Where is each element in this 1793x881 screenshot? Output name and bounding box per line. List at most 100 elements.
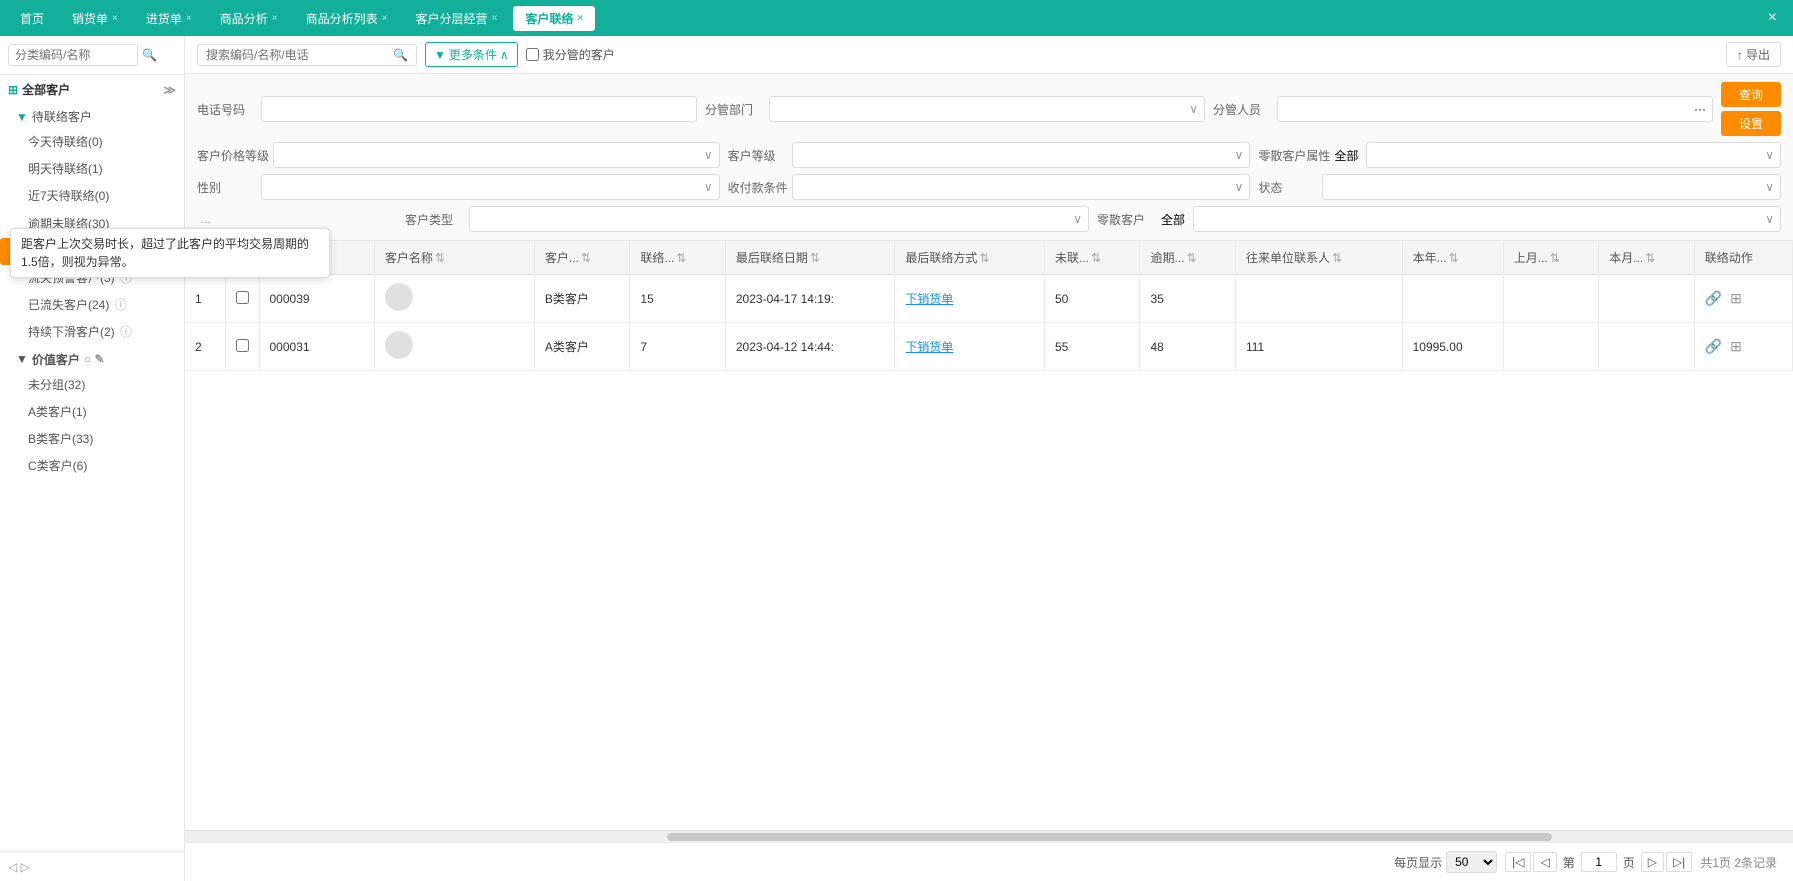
nav-purchase[interactable]: 进货单 ×: [134, 6, 204, 31]
retail-customer-select[interactable]: ∨: [1193, 206, 1781, 232]
th-name[interactable]: 客户名称⇅: [374, 241, 534, 275]
th-this-month[interactable]: 本月...⇅: [1599, 241, 1694, 275]
row1-index: 1: [185, 275, 225, 323]
sort-icon-lmonth[interactable]: ⇅: [1550, 251, 1560, 265]
nav-analysis-close[interactable]: ×: [272, 13, 278, 24]
row1-grid-icon[interactable]: ⊞: [1730, 290, 1742, 307]
retail-attr-all: 全部: [1334, 147, 1358, 164]
scroll-thumb[interactable]: [667, 833, 1551, 841]
per-page-select[interactable]: 50 20 100: [1446, 851, 1497, 873]
row1-this-year: [1402, 275, 1503, 323]
gender-select[interactable]: ∨: [261, 174, 720, 200]
th-uncontacted[interactable]: 未联...⇅: [1044, 241, 1139, 275]
th-overdue[interactable]: 逾期...⇅: [1140, 241, 1235, 275]
sidebar-search-icon[interactable]: 🔍: [142, 48, 157, 62]
sort-icon-uncontacted[interactable]: ⇅: [1091, 251, 1101, 265]
dept-select[interactable]: ∨: [769, 96, 1205, 122]
sidebar-7day-contact[interactable]: 近7天待联络(0): [0, 183, 184, 210]
sidebar-churned[interactable]: 已流失客户(24) ⓘ: [0, 292, 184, 319]
edit-icon[interactable]: ○ ✎: [84, 352, 105, 366]
sort-icon-contact[interactable]: ⇅: [676, 251, 686, 265]
next-page-button[interactable]: ▷: [1641, 852, 1664, 872]
sort-icon-overdue[interactable]: ⇅: [1186, 251, 1196, 265]
window-close-button[interactable]: ×: [1760, 9, 1785, 27]
nav-analysis-list-close[interactable]: ×: [382, 13, 388, 24]
sort-icon-method[interactable]: ⇅: [979, 251, 989, 265]
sidebar-all-customers-header[interactable]: ⊞ 全部客户 ≫: [0, 75, 184, 104]
nav-customer-tier-close[interactable]: ×: [491, 13, 497, 24]
price-level-chevron-icon: ∨: [704, 148, 713, 162]
row1-last-date: 2023-04-17 14:19:: [725, 275, 895, 323]
horizontal-scrollbar[interactable]: [185, 830, 1793, 842]
row2-grid-icon[interactable]: ⊞: [1730, 338, 1742, 355]
th-last-month[interactable]: 上月...⇅: [1503, 241, 1598, 275]
customer-type-select[interactable]: ∨: [469, 206, 1089, 232]
per-page-control: 每页显示 50 20 100: [1394, 851, 1497, 873]
sidebar-search-input[interactable]: [8, 44, 138, 66]
retail-attr-select[interactable]: ∨: [1366, 142, 1781, 168]
row1-check[interactable]: [236, 291, 249, 304]
nav-analysis-list[interactable]: 商品分析列表 ×: [294, 6, 400, 31]
sort-icon-year[interactable]: ⇅: [1449, 251, 1459, 265]
row1-last-method[interactable]: 下销货单: [895, 275, 1045, 323]
payment-select[interactable]: ∨: [792, 174, 1251, 200]
th-unit-contact[interactable]: 往来单位联系人⇅: [1235, 241, 1402, 275]
nav-purchase-close[interactable]: ×: [186, 13, 192, 24]
dots-label[interactable]: ...: [197, 212, 215, 226]
prev-page-button[interactable]: ◁: [1533, 852, 1556, 872]
row1-link-icon[interactable]: 🔗: [1705, 290, 1722, 307]
nav-customer-contact-close[interactable]: ×: [577, 13, 583, 24]
page-number-input[interactable]: [1581, 852, 1617, 872]
sidebar-tomorrow-contact[interactable]: 明天待联络(1): [0, 156, 184, 183]
collapse-icon[interactable]: ≫: [163, 83, 176, 97]
nav-analysis[interactable]: 商品分析 ×: [208, 6, 290, 31]
this-month-col-label: 本月...: [1609, 251, 1643, 265]
nav-customer-contact[interactable]: 客户联络 ×: [513, 6, 595, 31]
my-customers-checkbox[interactable]: [526, 48, 539, 61]
sidebar-today-contact[interactable]: 今天待联络(0): [0, 129, 184, 156]
row2-check[interactable]: [236, 339, 249, 352]
nav-customer-tier[interactable]: 客户分层经营 ×: [403, 6, 509, 31]
nav-home[interactable]: 首页: [8, 6, 56, 31]
sidebar-declining[interactable]: 持续下滑客户(2) ⓘ: [0, 319, 184, 346]
th-last-method[interactable]: 最后联络方式⇅: [895, 241, 1045, 275]
last-page-button[interactable]: ▷|: [1666, 852, 1692, 872]
sidebar-ungrouped[interactable]: 未分组(32): [0, 372, 184, 399]
sidebar-class-b[interactable]: B类客户(33): [0, 426, 184, 453]
sidebar-pending-contact-group[interactable]: ▼ 待联络客户: [0, 104, 184, 129]
query-button[interactable]: 查询: [1721, 82, 1781, 107]
export-button[interactable]: ↑ 导出: [1726, 42, 1781, 67]
row2-checkbox[interactable]: [225, 323, 259, 371]
manager-select[interactable]: ···: [1277, 96, 1713, 122]
row2-link-icon[interactable]: 🔗: [1705, 338, 1722, 355]
th-last-date[interactable]: 最后联络日期⇅: [725, 241, 895, 275]
row1-last-month: [1503, 275, 1598, 323]
row1-checkbox[interactable]: [225, 275, 259, 323]
first-page-button[interactable]: |◁: [1505, 852, 1531, 872]
price-level-select[interactable]: ∨: [273, 142, 720, 168]
settings-button[interactable]: 设置: [1721, 111, 1781, 136]
sidebar-value-customers-group[interactable]: ▼ 价值客户 ○ ✎: [0, 347, 184, 372]
sidebar-class-c[interactable]: C类客户(6): [0, 453, 184, 480]
nav-sales-close[interactable]: ×: [112, 13, 118, 24]
sort-icon-date[interactable]: ⇅: [810, 251, 820, 265]
sort-icon-name[interactable]: ⇅: [435, 251, 445, 265]
th-this-year[interactable]: 本年...⇅: [1402, 241, 1503, 275]
phone-input[interactable]: [261, 96, 697, 122]
filter-search-input[interactable]: [206, 48, 389, 62]
sort-icon-unit[interactable]: ⇅: [1332, 251, 1342, 265]
sidebar-expand-icon[interactable]: ◁ ▷: [8, 860, 30, 874]
th-action[interactable]: 联络动作: [1694, 241, 1792, 275]
filter-more-conditions[interactable]: ▼ 更多条件 ∧: [425, 42, 518, 67]
customer-level-select[interactable]: ∨: [792, 142, 1251, 168]
sort-icon-tmonth[interactable]: ⇅: [1645, 251, 1655, 265]
sort-icon-cat[interactable]: ⇅: [581, 251, 591, 265]
row2-last-method[interactable]: 下销货单: [895, 323, 1045, 371]
th-contact[interactable]: 联络...⇅: [630, 241, 725, 275]
th-category[interactable]: 客户...⇅: [534, 241, 629, 275]
sidebar-class-a[interactable]: A类客户(1): [0, 399, 184, 426]
status-select[interactable]: ∨: [1322, 174, 1781, 200]
row2-this-year: 10995.00: [1402, 323, 1503, 371]
nav-sales[interactable]: 销货单 ×: [60, 6, 130, 31]
filter-search-icon[interactable]: 🔍: [393, 48, 408, 62]
